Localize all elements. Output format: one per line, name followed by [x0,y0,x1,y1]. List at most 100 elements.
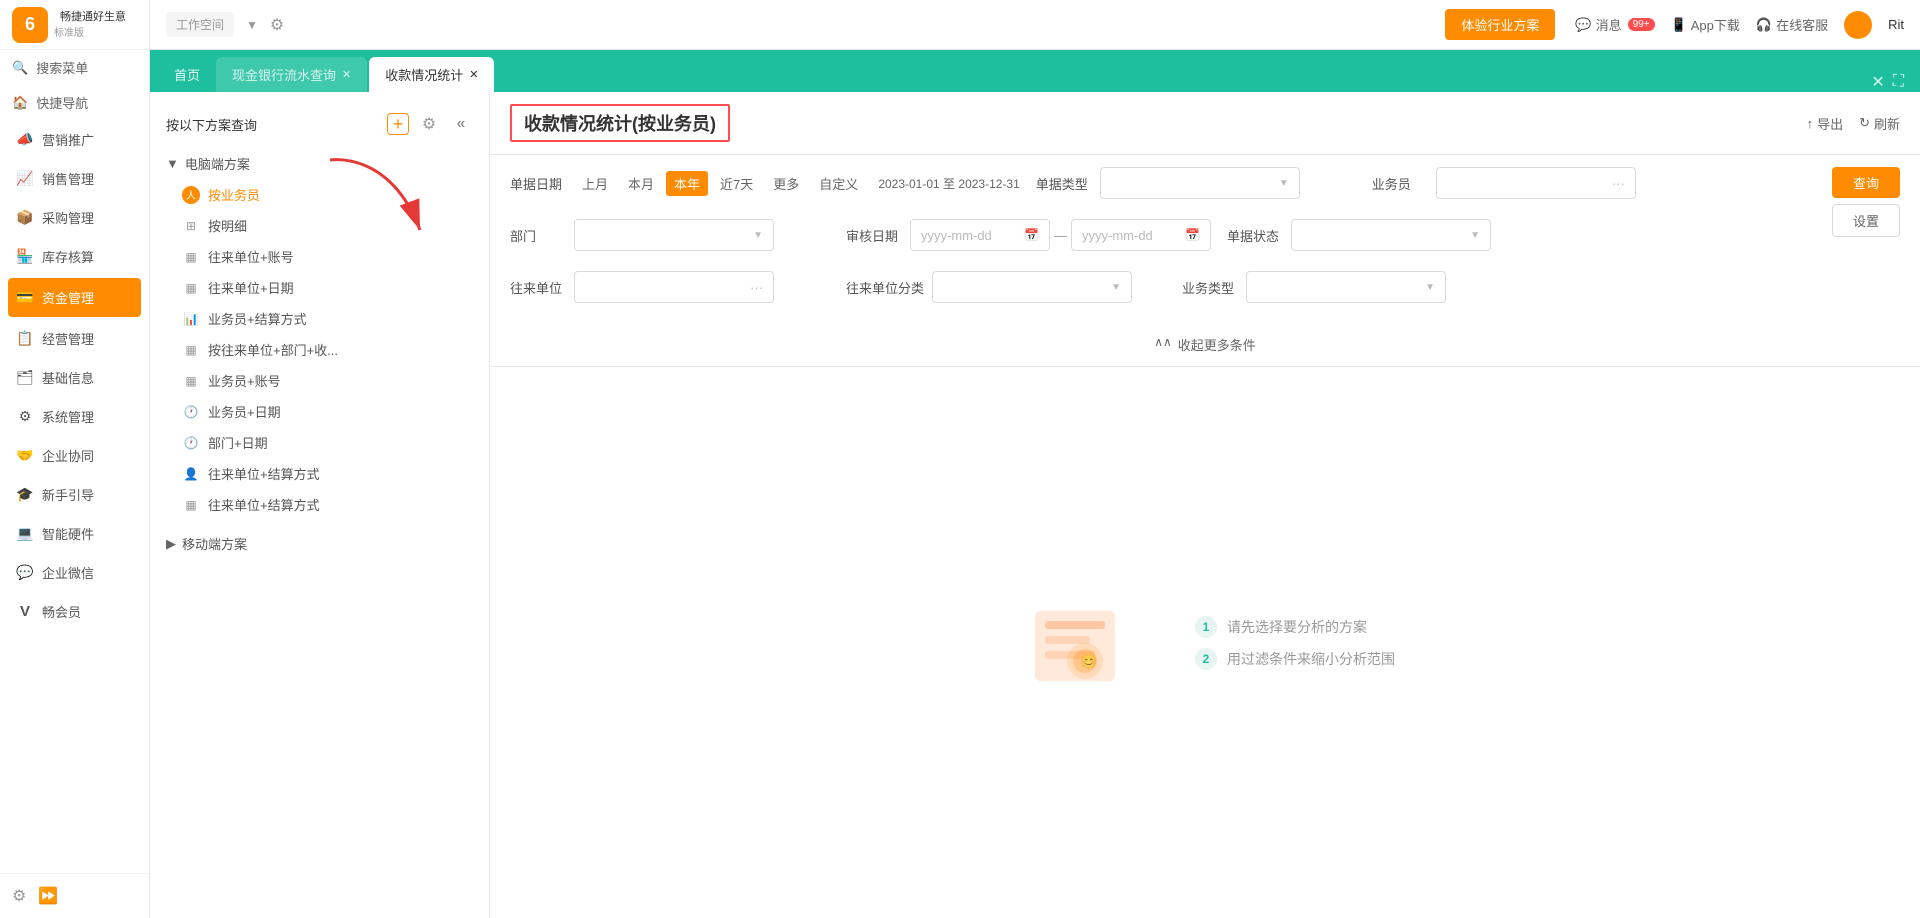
custom-tab[interactable]: 自定义 [811,171,866,196]
doc-status-arrow: ▼ [1470,230,1480,241]
sidebar-footer: ⚙ ⏩ [0,873,149,918]
scheme-item-dept-date[interactable]: 🕐 部门+日期 [150,427,489,458]
sidebar-item-operation-label: 经营管理 [42,329,94,348]
sidebar-item-system-label: 系统管理 [42,407,94,426]
home-icon: 🏠 [12,95,28,111]
scheme-item-unit-settle1[interactable]: 👤 往来单位+结算方式 [150,458,489,489]
dept-select[interactable]: ▼ [574,219,774,251]
tab-maximize-icon[interactable]: ⛶ [1893,73,1904,91]
collapse-sidebar-icon[interactable]: ⏩ [38,886,58,906]
tab-close-all-icon[interactable]: ✕ [1871,72,1884,92]
doc-status-select[interactable]: ▼ [1291,219,1491,251]
add-scheme-btn[interactable]: + [387,113,409,135]
refresh-btn[interactable]: ↻ 刷新 [1859,114,1900,133]
scheme-item-salesman-date[interactable]: 🕐 业务员+日期 [150,396,489,427]
sidebar-item-wechat-label: 企业微信 [42,563,94,582]
user-name[interactable]: Rit [1888,17,1904,32]
biz-type-arrow: ▼ [1425,282,1435,293]
this-month-tab[interactable]: 本月 [620,171,662,196]
this-year-tab[interactable]: 本年 [666,171,708,196]
tab-bank-flow-close[interactable]: ✕ [342,68,351,81]
sidebar-item-vip-label: 畅会员 [42,602,81,621]
workspace-dropdown-icon[interactable]: ▼ [246,18,258,32]
sidebar-item-finance[interactable]: 💳 资金管理 [8,278,141,317]
search-menu-label: 搜索菜单 [36,58,88,77]
sidebar-item-sales[interactable]: 📈 销售管理 [0,159,149,198]
operation-icon: 📋 [16,330,34,348]
scheme-item-salesman-settle[interactable]: 📊 业务员+结算方式 [150,303,489,334]
sidebar-item-guide[interactable]: 🎓 新手引导 [0,475,149,514]
step-2-num: 2 [1195,648,1217,670]
online-service-btn[interactable]: 🎧 在线客服 [1756,15,1828,34]
header-right: 体验行业方案 💬 消息 99+ 📱 App下载 🎧 在线客服 Rit [1445,9,1904,40]
date-range-display: 2023-01-01 至 2023-12-31 [878,175,1019,192]
scheme-group-mobile-header[interactable]: ▶ 移动端方案 [150,528,489,559]
scheme-item-unit-account[interactable]: ▦ 往来单位+账号 [150,241,489,272]
dept-arrow: ▼ [753,230,763,241]
tab-home[interactable]: 首页 [158,57,216,92]
audit-date-input-group: yyyy-mm-dd 📅 — yyyy-mm-dd 📅 [910,219,1211,251]
page-title-wrap: 收款情况统计(按业务员) [490,92,1787,154]
search-menu-item[interactable]: 🔍 搜索菜单 [0,50,149,85]
last7days-tab[interactable]: 近7天 [712,171,761,196]
scheme-header: 按以下方案查询 + ⚙ « [150,104,489,144]
user-avatar[interactable] [1844,11,1872,39]
scheme-group-pc-header[interactable]: ▼ 电脑端方案 [150,148,489,179]
sidebar-item-purchase[interactable]: 📦 采购管理 [0,198,149,237]
audit-date-end[interactable]: yyyy-mm-dd 📅 [1071,219,1211,251]
refresh-icon: ↻ [1859,115,1870,131]
quick-nav-item[interactable]: 🏠 快捷导航 [0,85,149,120]
salesman-more-icon: ··· [1612,176,1625,191]
counterpart-select[interactable]: ··· [574,271,774,303]
workspace-name[interactable]: 工作空间 [166,12,234,37]
scheme-item-unit-dept[interactable]: ▦ 按往来单位+部门+收... [150,334,489,365]
scheme-item-salesman-account[interactable]: ▦ 业务员+账号 [150,365,489,396]
prev-month-tab[interactable]: 上月 [574,171,616,196]
sidebar-item-marketing[interactable]: 📣 营销推广 [0,120,149,159]
tab-bank-flow[interactable]: 现金银行流水查询 ✕ [216,57,367,92]
collapse-label: 收起更多条件 [1178,335,1256,354]
biz-type-select[interactable]: ▼ [1246,271,1446,303]
counterpart-more-icon: ··· [750,280,763,295]
more-tab[interactable]: 更多 [765,171,807,196]
sidebar-item-hardware[interactable]: 💻 智能硬件 [0,514,149,553]
sidebar-item-corp[interactable]: 🤝 企业协同 [0,436,149,475]
sidebar-item-vip[interactable]: V 畅会员 [0,592,149,631]
tab-bar: 首页 现金银行流水查询 ✕ 收款情况统计 ✕ ✕ ⛶ [150,50,1920,92]
counterpart-type-select[interactable]: ▼ [932,271,1132,303]
collapse-bar[interactable]: ∧∧ 收起更多条件 [490,323,1920,367]
settings-button[interactable]: 设置 [1832,204,1900,237]
sidebar-item-finance-label: 资金管理 [42,288,94,307]
audit-date-start[interactable]: yyyy-mm-dd 📅 [910,219,1050,251]
tab-receipt-stat-close[interactable]: ✕ [469,68,478,81]
try-industry-btn[interactable]: 体验行业方案 [1445,9,1555,40]
dept-filter: 部门 ▼ [510,219,830,251]
sidebar-item-wechat[interactable]: 💬 企业微信 [0,553,149,592]
settings-icon[interactable]: ⚙ [270,15,284,35]
settings-footer-icon[interactable]: ⚙ [12,886,26,906]
counterpart-type-filter: 往来单位分类 ▼ [846,271,1166,303]
collapse-scheme-btn[interactable]: « [449,112,473,136]
empty-steps: 1 请先选择要分析的方案 2 用过滤条件来缩小分析范围 [1195,616,1395,670]
salesman-select[interactable]: ··· [1436,167,1636,199]
app-download-btn[interactable]: 📱 App下载 [1671,15,1740,34]
query-button[interactable]: 查询 [1832,167,1900,198]
sidebar-item-system[interactable]: ⚙ 系统管理 [0,397,149,436]
scheme-item-unit-settle2[interactable]: ▦ 往来单位+结算方式 [150,489,489,520]
settings-scheme-btn[interactable]: ⚙ [417,112,441,136]
scheme-item-by-detail[interactable]: ⊞ 按明细 [150,210,489,241]
sidebar-item-basic[interactable]: 🗂 基础信息 [0,358,149,397]
salesman-filter: 业务员 ··· [1372,167,1692,199]
filter-section: 单据日期 上月 本月 本年 近7天 更多 自定义 [490,155,1920,323]
scheme-item-unit-date[interactable]: ▦ 往来单位+日期 [150,272,489,303]
message-btn[interactable]: 💬 消息 99+ [1575,15,1654,34]
sidebar-item-inventory[interactable]: 🏪 库存核算 [0,237,149,276]
scheme-item-by-salesman[interactable]: 人 按业务员 [150,179,489,210]
doc-type-select[interactable]: ▼ [1100,167,1300,199]
export-btn[interactable]: ↑ 导出 [1807,114,1844,133]
sidebar-item-operation[interactable]: 📋 经营管理 [0,319,149,358]
sidebar-item-inventory-label: 库存核算 [42,247,94,266]
basic-icon: 🗂 [16,369,34,387]
guide-icon: 🎓 [16,486,34,504]
tab-receipt-stat[interactable]: 收款情况统计 ✕ [369,57,494,92]
